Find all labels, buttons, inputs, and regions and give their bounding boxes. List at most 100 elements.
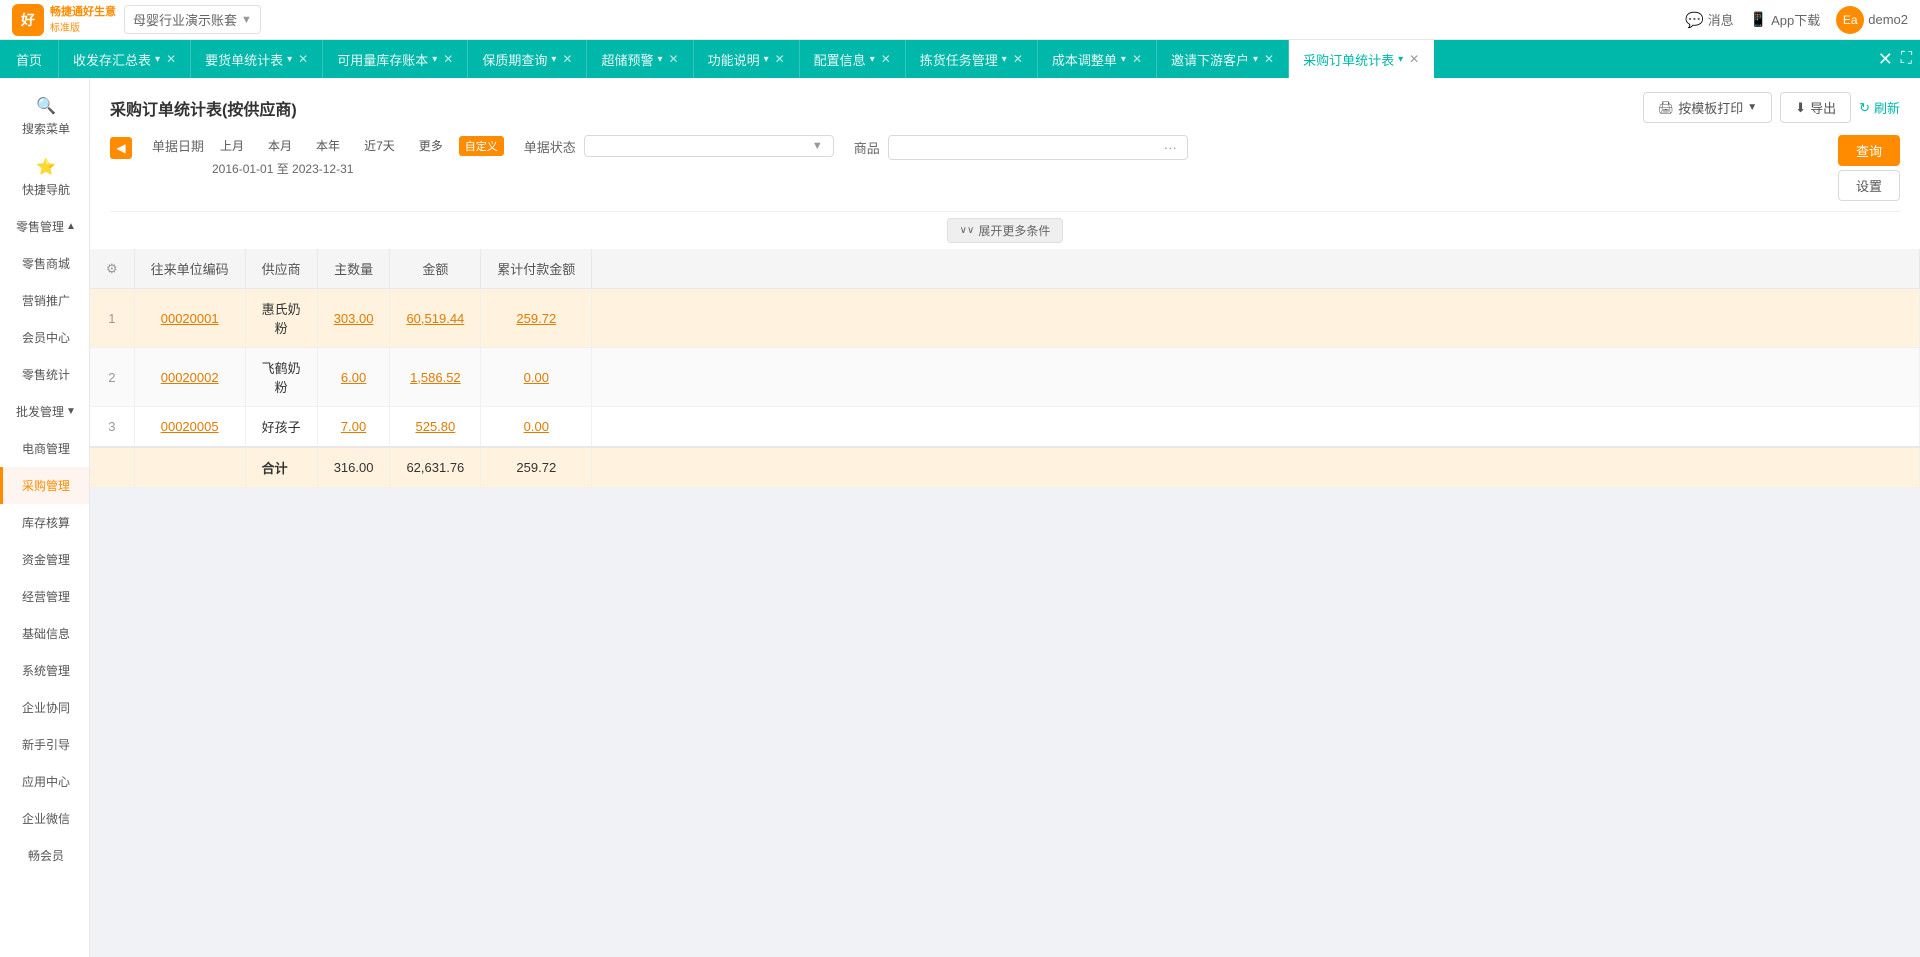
date-btn-last-month[interactable]: 上月 bbox=[212, 135, 252, 156]
sidebar-item-quick-nav[interactable]: ⭐ 快捷导航 bbox=[0, 147, 89, 208]
user-profile[interactable]: Ea demo2 bbox=[1836, 6, 1908, 34]
table-row: 2 00020002 飞鹤奶粉 6.00 1,586.52 0.00 bbox=[90, 348, 1920, 407]
custom-date-tag[interactable]: 自定义 bbox=[459, 136, 504, 156]
tab-close-icon[interactable]: ✕ bbox=[298, 52, 308, 66]
nav-close-icon[interactable]: ✕ bbox=[1878, 49, 1893, 70]
tab-close-icon[interactable]: ✕ bbox=[1132, 52, 1142, 66]
tab-invite-downstream[interactable]: 邀请下游客户 ▾ ✕ bbox=[1157, 40, 1289, 78]
sidebar-marketing-label: 营销推广 bbox=[22, 292, 70, 309]
query-button[interactable]: 查询 bbox=[1838, 135, 1900, 166]
sidebar-corp-wechat-label: 企业微信 bbox=[22, 810, 70, 827]
tab-close-icon[interactable]: ✕ bbox=[881, 52, 891, 66]
expand-conditions-button[interactable]: ∨∨ 展开更多条件 bbox=[947, 218, 1064, 243]
tab-stock-book[interactable]: 可用量库存账本 ▾ ✕ bbox=[323, 40, 468, 78]
tab-func-desc[interactable]: 功能说明 ▾ ✕ bbox=[694, 40, 800, 78]
row-unit-code[interactable]: 00020005 bbox=[134, 407, 245, 448]
sidebar-wholesale-label: 批发管理 bbox=[16, 403, 64, 420]
sidebar-quick-nav-label: 快捷导航 bbox=[22, 181, 70, 198]
sidebar-item-retail-stat[interactable]: 零售统计 bbox=[0, 356, 89, 393]
sidebar-item-marketing[interactable]: 营销推广 bbox=[0, 282, 89, 319]
sidebar-item-operations[interactable]: 经营管理 bbox=[0, 578, 89, 615]
row-unit-code[interactable]: 00020001 bbox=[134, 289, 245, 348]
tab-close-icon[interactable]: ✕ bbox=[1013, 52, 1023, 66]
sidebar-item-retail-mall[interactable]: 零售商城 bbox=[0, 245, 89, 282]
date-btn-more[interactable]: 更多 bbox=[411, 135, 451, 156]
row-qty[interactable]: 7.00 bbox=[317, 407, 390, 448]
row-qty[interactable]: 6.00 bbox=[317, 348, 390, 407]
tab-close-icon[interactable]: ✕ bbox=[562, 52, 572, 66]
date-btn-this-month[interactable]: 本月 bbox=[260, 135, 300, 156]
row-unit-code[interactable]: 00020002 bbox=[134, 348, 245, 407]
refresh-label: 刷新 bbox=[1874, 98, 1900, 117]
workspace-selector[interactable]: 母婴行业演示账套 ▼ bbox=[124, 5, 261, 34]
tab-close-icon[interactable]: ✕ bbox=[775, 52, 785, 66]
sidebar-item-new-guide[interactable]: 新手引导 bbox=[0, 726, 89, 763]
nav-fullscreen-icon[interactable]: ⛶ bbox=[1901, 50, 1912, 68]
template-print-button[interactable]: 🖨 按模板打印 ▼ bbox=[1643, 92, 1772, 123]
avatar: Ea bbox=[1836, 6, 1864, 34]
message-icon: 💬 bbox=[1685, 11, 1704, 29]
tab-overstock[interactable]: 超储预警 ▾ ✕ bbox=[587, 40, 693, 78]
chevron-down-icon: ∨∨ bbox=[960, 225, 975, 236]
ellipsis-icon[interactable]: ··· bbox=[1164, 140, 1177, 155]
row-amount[interactable]: 60,519.44 bbox=[390, 289, 481, 348]
filter-collapse-icon[interactable]: ◀ bbox=[110, 137, 132, 159]
star-icon: ⭐ bbox=[36, 157, 56, 177]
sidebar-item-corp-wechat[interactable]: 企业微信 bbox=[0, 800, 89, 837]
row-extra bbox=[592, 348, 1920, 407]
date-btn-7days[interactable]: 近7天 bbox=[356, 135, 403, 156]
row-qty[interactable]: 303.00 bbox=[317, 289, 390, 348]
tab-goods-summary[interactable]: 要货单统计表 ▾ ✕ bbox=[191, 40, 323, 78]
tab-home[interactable]: 首页 bbox=[0, 40, 59, 78]
sidebar-item-wholesale[interactable]: 批发管理 ▼ bbox=[0, 393, 89, 430]
sidebar-item-member[interactable]: 会员中心 bbox=[0, 319, 89, 356]
status-select[interactable]: ▼ bbox=[584, 135, 834, 157]
filter-toggle[interactable]: ◀ bbox=[110, 135, 132, 159]
date-btn-this-year[interactable]: 本年 bbox=[308, 135, 348, 156]
row-paid-amount[interactable]: 0.00 bbox=[481, 348, 592, 407]
tab-close-icon[interactable]: ✕ bbox=[1409, 52, 1419, 66]
tab-close-icon[interactable]: ✕ bbox=[669, 52, 679, 66]
settings-button[interactable]: 设置 bbox=[1838, 170, 1900, 201]
app-download-label: App下载 bbox=[1771, 10, 1820, 29]
tab-pick-task[interactable]: 拣货任务管理 ▾ ✕ bbox=[906, 40, 1038, 78]
message-action[interactable]: 💬 消息 bbox=[1685, 10, 1734, 29]
tab-invite-downstream-label: 邀请下游客户 bbox=[1171, 50, 1249, 69]
arrow-down-icon: ▼ bbox=[1747, 102, 1757, 113]
sidebar-item-sys-mgmt[interactable]: 系统管理 bbox=[0, 652, 89, 689]
sidebar-item-basic-info[interactable]: 基础信息 bbox=[0, 615, 89, 652]
row-supplier: 惠氏奶粉 bbox=[245, 289, 317, 348]
tab-func-desc-label: 功能说明 bbox=[708, 50, 760, 69]
sidebar-item-inventory[interactable]: 库存核算 bbox=[0, 504, 89, 541]
sidebar-item-corp-collab[interactable]: 企业协同 bbox=[0, 689, 89, 726]
goods-input[interactable]: ··· bbox=[888, 135, 1188, 160]
refresh-button[interactable]: ↻ 刷新 bbox=[1859, 98, 1900, 117]
tab-warranty[interactable]: 保质期查询 ▾ ✕ bbox=[468, 40, 587, 78]
sidebar-item-vip[interactable]: 畅会员 bbox=[0, 837, 89, 874]
row-amount[interactable]: 525.80 bbox=[390, 407, 481, 448]
user-name: demo2 bbox=[1868, 12, 1908, 27]
tab-arrow-icon: ▾ bbox=[764, 54, 769, 65]
sidebar-vip-label: 畅会员 bbox=[28, 847, 64, 864]
tab-receive-summary[interactable]: 收发存汇总表 ▾ ✕ bbox=[59, 40, 191, 78]
sidebar-item-purchase[interactable]: 采购管理 bbox=[0, 467, 89, 504]
sidebar-item-ecom[interactable]: 电商管理 bbox=[0, 430, 89, 467]
tab-close-icon[interactable]: ✕ bbox=[443, 52, 453, 66]
row-paid-amount[interactable]: 0.00 bbox=[481, 407, 592, 448]
tab-config[interactable]: 配置信息 ▾ ✕ bbox=[800, 40, 906, 78]
sidebar-item-finance[interactable]: 资金管理 bbox=[0, 541, 89, 578]
sidebar-item-search[interactable]: 🔍 搜索菜单 bbox=[0, 86, 89, 147]
sidebar-item-app-center[interactable]: 应用中心 bbox=[0, 763, 89, 800]
chevron-up-icon: ▲ bbox=[66, 221, 76, 232]
export-button[interactable]: ⬇ 导出 bbox=[1780, 92, 1851, 123]
row-paid-amount[interactable]: 259.72 bbox=[481, 289, 592, 348]
tab-purchase-summary[interactable]: 采购订单统计表 ▾ ✕ bbox=[1289, 40, 1434, 78]
row-amount[interactable]: 1,586.52 bbox=[390, 348, 481, 407]
tab-close-icon[interactable]: ✕ bbox=[166, 52, 176, 66]
sidebar-item-retail-mgmt[interactable]: 零售管理 ▲ bbox=[0, 208, 89, 245]
tab-close-icon[interactable]: ✕ bbox=[1264, 52, 1274, 66]
settings-icon[interactable]: ⚙ bbox=[106, 261, 118, 276]
row-seq: 3 bbox=[90, 407, 134, 448]
app-download-action[interactable]: 📱 App下载 bbox=[1750, 10, 1821, 29]
tab-cost-adjust[interactable]: 成本调整单 ▾ ✕ bbox=[1038, 40, 1157, 78]
